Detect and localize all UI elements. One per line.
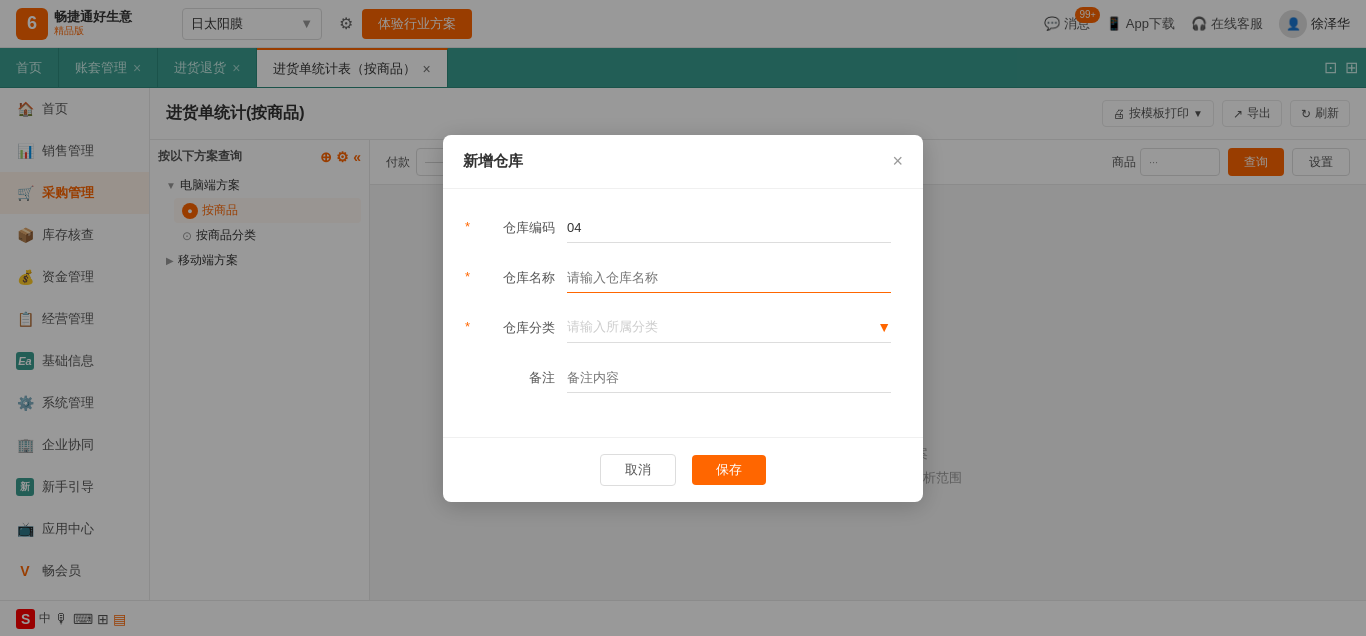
category-label: * 仓库分类: [475, 319, 555, 337]
required-star: *: [465, 319, 470, 334]
category-field-row: * 仓库分类 请输入所属分类 ▼: [475, 313, 891, 343]
modal-title: 新增仓库: [463, 152, 523, 171]
modal-footer: 取消 保存: [443, 437, 923, 502]
chevron-down-icon: ▼: [877, 319, 891, 335]
code-field-row: * 仓库编码: [475, 213, 891, 243]
required-star: *: [465, 269, 470, 284]
modal-header: 新增仓库 ×: [443, 135, 923, 189]
remark-field-row: 备注: [475, 363, 891, 393]
save-button[interactable]: 保存: [692, 455, 766, 485]
remark-label: 备注: [475, 369, 555, 387]
code-label: * 仓库编码: [475, 219, 555, 237]
name-label: * 仓库名称: [475, 269, 555, 287]
modal-body: * 仓库编码 * 仓库名称 * 仓库分类 请输入所属: [443, 189, 923, 437]
remark-input[interactable]: [567, 363, 891, 393]
code-input[interactable]: [567, 213, 891, 243]
cancel-button[interactable]: 取消: [600, 454, 676, 486]
name-input[interactable]: [567, 263, 891, 293]
category-select[interactable]: 请输入所属分类 ▼: [567, 313, 891, 343]
name-field-row: * 仓库名称: [475, 263, 891, 293]
modal-overlay: 新增仓库 × * 仓库编码 * 仓库名称: [0, 0, 1366, 636]
add-warehouse-modal: 新增仓库 × * 仓库编码 * 仓库名称: [443, 135, 923, 502]
required-star: *: [465, 219, 470, 234]
modal-close-icon[interactable]: ×: [892, 151, 903, 172]
